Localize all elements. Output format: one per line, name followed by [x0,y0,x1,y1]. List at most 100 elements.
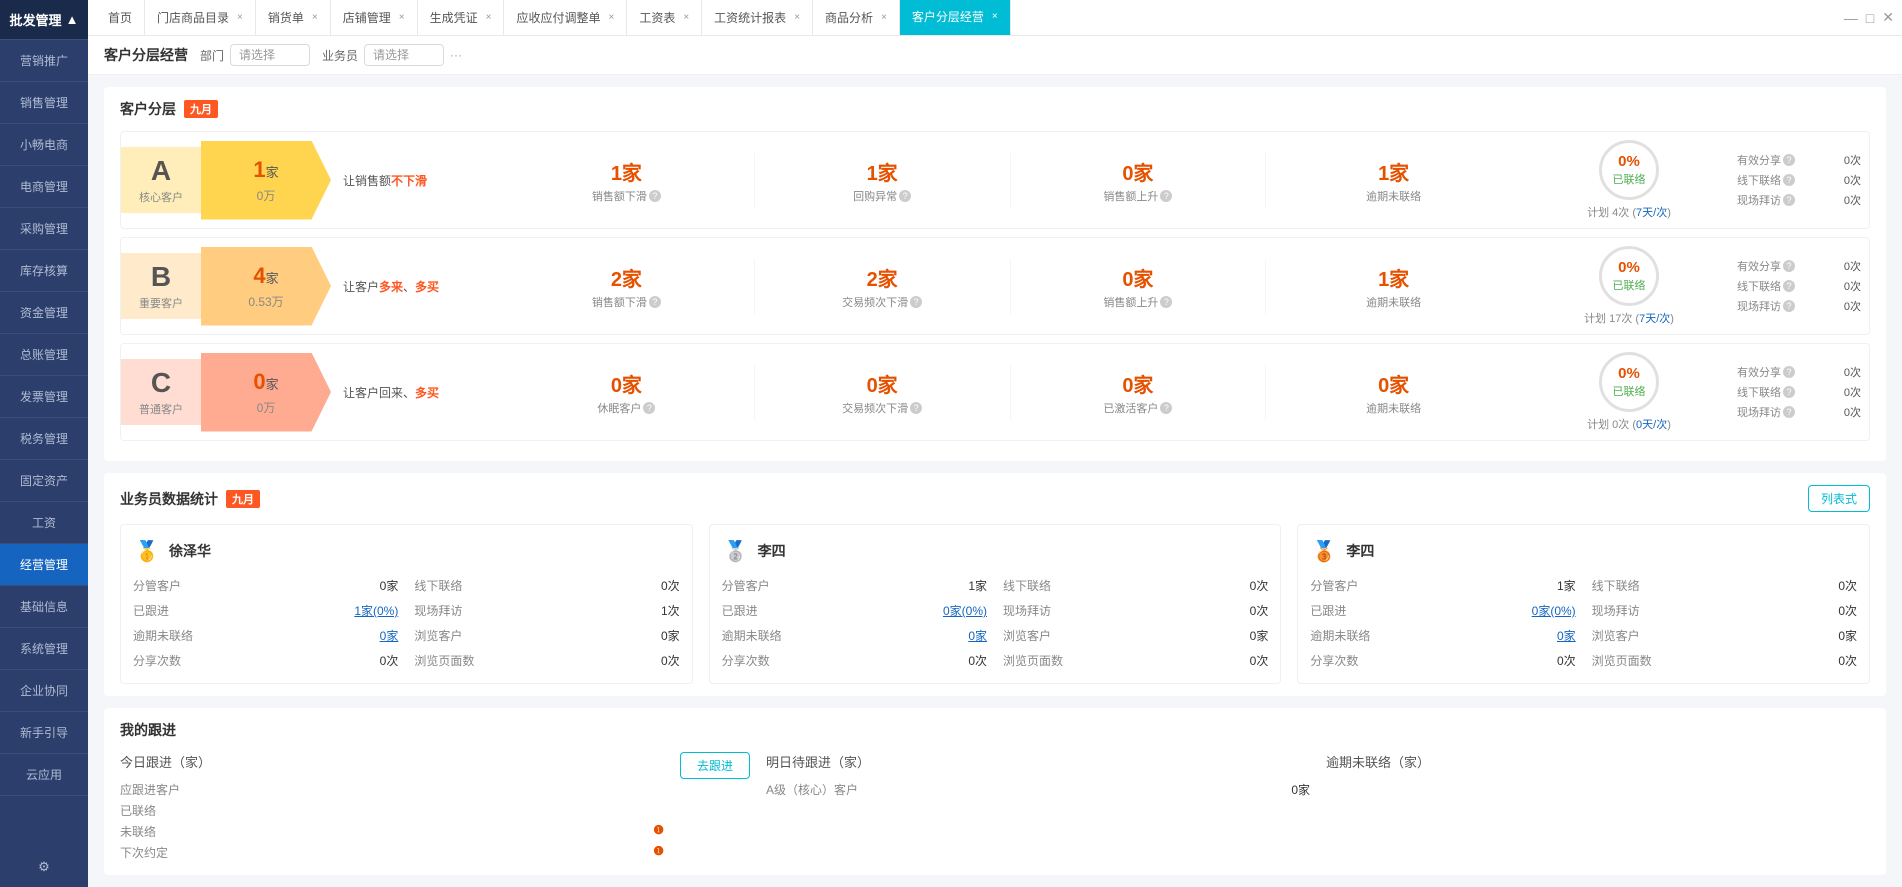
sales-filter-label: 业务员 [322,47,358,64]
sidebar-item-销售管理[interactable]: 销售管理 [0,82,88,124]
tab-工资统计报表[interactable]: 工资统计报表× [702,0,813,36]
biz-grid: 分管客户 1家 线下联络 0次 已跟进 0家(0%) 现场拜访 0次 [1310,575,1857,671]
info-icon[interactable]: ? [1783,280,1795,292]
tab-close-工资表[interactable]: × [683,12,689,23]
biz-row: 现场拜访 0次 [1003,600,1268,621]
stat-item: 0家 逾期未联络 [1266,365,1521,420]
tab-bar: 首页门店商品目录×销货单×店铺管理×生成凭证×应收应付调整单×工资表×工资统计报… [88,0,1902,36]
sidebar-item-新手引导[interactable]: 新手引导 [0,712,88,754]
sidebar-item-采购管理[interactable]: 采购管理 [0,208,88,250]
biz-row: 分享次数 0次 [722,650,987,671]
sidebar-item-库存核算[interactable]: 库存核算 [0,250,88,292]
tab-close-销货单[interactable]: × [312,12,318,23]
dept-filter: 部门 请选择 [200,44,310,66]
more-filter-icon[interactable]: ··· [450,48,462,62]
tier-stats-C: 0家 休眠客户 ? 0家 交易频次下滑 ? 0家 已激活客户 ? 0家 逾期 [491,365,1529,420]
tier-label-C: C 普通客户 [121,359,201,425]
sidebar-item-营销推广[interactable]: 营销推广 [0,40,88,82]
tab-销货单[interactable]: 销货单× [256,0,331,36]
go-follow-button[interactable]: 去跟进 [680,752,750,779]
sidebar-item-小畅电商[interactable]: 小畅电商 [0,124,88,166]
info-icon[interactable]: ? [649,296,661,308]
info-icon[interactable]: ? [1783,174,1795,186]
list-view-button[interactable]: 列表式 [1808,485,1870,512]
sidebar-item-固定资产[interactable]: 固定资产 [0,460,88,502]
sidebar-item-基础信息[interactable]: 基础信息 [0,586,88,628]
follow-section: 我的跟进 今日跟进（家） 应跟进客户 已联络 未联络 ❶ 下次约定 ❶ 去跟进 [104,708,1886,875]
tab-close-店铺管理[interactable]: × [399,12,405,23]
info-icon[interactable]: ? [1783,260,1795,272]
sidebar-item-发票管理[interactable]: 发票管理 [0,376,88,418]
tier-label-B: B 重要客户 [121,253,201,319]
tier-linked-B: 0% 已联络 计划 17次 (7天/次) [1529,238,1729,334]
info-icon[interactable]: ? [1783,366,1795,378]
info-icon[interactable]: ? [1783,300,1795,312]
sidebar-top-item[interactable]: 批发管理 ▲ [0,0,88,40]
tab-工资表[interactable]: 工资表× [627,0,702,36]
info-icon[interactable]: ? [1783,154,1795,166]
today-follow-row: 未联络 ❶ [120,821,664,842]
sidebar-item-工资[interactable]: 工资 [0,502,88,544]
info-icon[interactable]: ? [910,296,922,308]
tab-actions: — □ ✕ [1844,9,1894,26]
sidebar-item-资金管理[interactable]: 资金管理 [0,292,88,334]
tab-close-门店商品目录[interactable]: × [237,12,243,23]
tab-客户分层经营[interactable]: 客户分层经营× [900,0,1011,36]
info-icon[interactable]: ? [910,402,922,414]
info-icon[interactable]: ? [1160,190,1172,202]
tab-门店商品目录[interactable]: 门店商品目录× [145,0,256,36]
biz-stats-section: 业务员数据统计 九月 列表式 🥇 徐泽华 分管客户 0家 线下联络 0次 [104,473,1886,696]
gear-icon[interactable]: ⚙ [0,847,88,887]
tab-minimize-icon[interactable]: — [1844,10,1858,26]
medal-icon-1: 🥈 [722,537,750,565]
stat-item: 0家 销售额上升 ? [1011,153,1267,208]
info-icon[interactable]: ? [1160,296,1172,308]
stat-item: 0家 已激活客户 ? [1011,365,1267,420]
info-icon[interactable]: ? [643,402,655,414]
month-badge: 九月 [184,100,218,118]
biz-header: 业务员数据统计 九月 列表式 [120,485,1870,512]
tab-restore-icon[interactable]: □ [1866,10,1874,26]
go-follow-container: 去跟进 [680,752,750,779]
info-icon[interactable]: ? [1783,406,1795,418]
biz-row: 浏览客户 0家 [1592,625,1857,646]
right-stat-item: 现场拜访 ? 0次 [1737,190,1861,210]
info-icon[interactable]: ? [1160,402,1172,414]
tier-right-stats-A: 有效分享 ? 0次 线下联络 ? 0次 现场拜访 ? 0次 [1729,146,1869,214]
tab-生成凭证[interactable]: 生成凭证× [418,0,505,36]
medal-icon-0: 🥇 [133,537,161,565]
biz-row: 已跟进 0家(0%) [722,600,987,621]
tab-close-商品分析[interactable]: × [881,12,887,23]
tab-首页[interactable]: 首页 [96,0,145,36]
page-title: 客户分层经营 [104,45,188,65]
tab-应收应付调整单[interactable]: 应收应付调整单× [504,0,627,36]
stat-item: 0家 交易频次下滑 ? [755,365,1011,420]
sidebar-item-云应用[interactable]: 云应用 [0,754,88,796]
sales-select[interactable]: 请选择 [364,44,444,66]
tab-商品分析[interactable]: 商品分析× [813,0,900,36]
info-icon[interactable]: ? [1783,194,1795,206]
sidebar-item-经营管理[interactable]: 经营管理 [0,544,88,586]
tomorrow-follow-row: A级（核心）客户 0家 [766,779,1310,800]
sidebar-item-企业协同[interactable]: 企业协同 [0,670,88,712]
sidebar-item-电商管理[interactable]: 电商管理 [0,166,88,208]
tab-close-工资统计报表[interactable]: × [794,12,800,23]
sidebar-item-系统管理[interactable]: 系统管理 [0,628,88,670]
follow-grid: 今日跟进（家） 应跟进客户 已联络 未联络 ❶ 下次约定 ❶ 去跟进 明日待跟进… [120,752,1870,863]
biz-row: 线下联络 0次 [1003,575,1268,596]
tab-close-生成凭证[interactable]: × [486,12,492,23]
info-icon[interactable]: ? [649,190,661,202]
info-icon[interactable]: ? [1783,386,1795,398]
dept-select[interactable]: 请选择 [230,44,310,66]
sidebar-item-总账管理[interactable]: 总账管理 [0,334,88,376]
sidebar-item-税务管理[interactable]: 税务管理 [0,418,88,460]
sidebar: 批发管理 ▲ 营销推广销售管理小畅电商电商管理采购管理库存核算资金管理总账管理发… [0,0,88,887]
tab-close-应收应付调整单[interactable]: × [608,12,614,23]
tab-close-icon[interactable]: ✕ [1882,9,1894,26]
info-icon[interactable]: ? [899,190,911,202]
content-body: 客户分层 九月 A 核心客户 1家 0万 让销售额不下滑 1家 销售额下滑 ? [88,75,1902,887]
tab-店铺管理[interactable]: 店铺管理× [331,0,418,36]
tier-right-stats-B: 有效分享 ? 0次 线下联络 ? 0次 现场拜访 ? 0次 [1729,252,1869,320]
tab-close-客户分层经营[interactable]: × [992,11,998,22]
right-stat-item: 线下联络 ? 0次 [1737,382,1861,402]
